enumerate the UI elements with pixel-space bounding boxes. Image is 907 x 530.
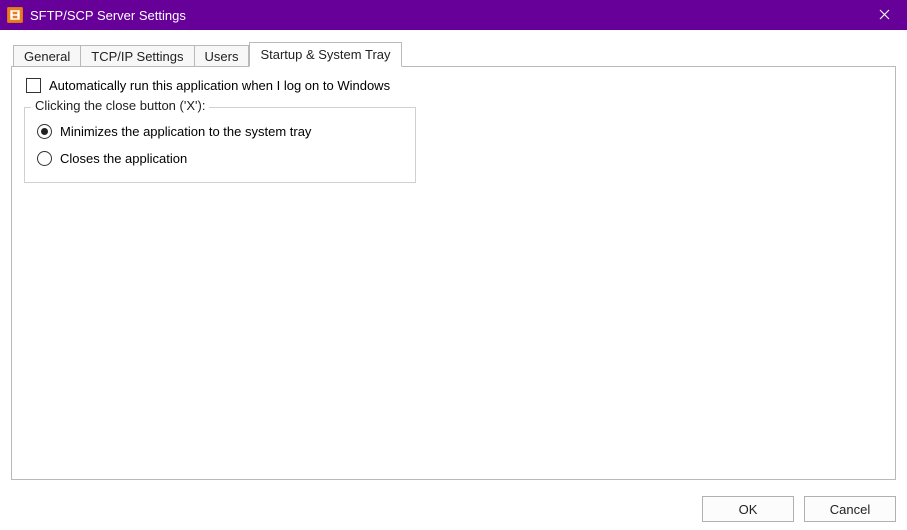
tab-general[interactable]: General [13,45,81,67]
autorun-row: Automatically run this application when … [12,67,895,93]
radio-close-label: Closes the application [60,151,187,166]
titlebar: SFTP/SCP Server Settings [0,0,907,30]
window-title: SFTP/SCP Server Settings [30,8,861,23]
autorun-checkbox[interactable] [26,78,41,93]
window-close-button[interactable] [861,0,907,30]
tab-startup[interactable]: Startup & System Tray [249,42,401,67]
radio-minimize-label: Minimizes the application to the system … [60,124,311,139]
dialog-footer: OK Cancel [702,496,896,522]
cancel-button[interactable]: Cancel [804,496,896,522]
ok-button[interactable]: OK [702,496,794,522]
tab-label: TCP/IP Settings [91,49,183,64]
tab-strip: General TCP/IP Settings Users Startup & … [13,42,896,66]
app-icon [6,6,24,24]
radio-close[interactable] [37,151,52,166]
autorun-label: Automatically run this application when … [49,78,390,93]
close-behavior-group: Clicking the close button ('X'): Minimiz… [24,107,416,183]
close-icon [879,8,890,23]
radio-row-minimize: Minimizes the application to the system … [37,118,407,145]
button-label: OK [739,502,758,517]
tab-label: Startup & System Tray [260,47,390,62]
tab-panel-startup: Automatically run this application when … [11,66,896,480]
dialog-body: General TCP/IP Settings Users Startup & … [0,30,907,530]
tab-label: General [24,49,70,64]
close-behavior-legend: Clicking the close button ('X'): [31,98,209,113]
radio-row-close: Closes the application [37,145,407,172]
tab-users[interactable]: Users [195,45,250,67]
button-label: Cancel [830,502,870,517]
radio-minimize[interactable] [37,124,52,139]
tab-tcpip[interactable]: TCP/IP Settings [81,45,194,67]
tab-label: Users [205,49,239,64]
